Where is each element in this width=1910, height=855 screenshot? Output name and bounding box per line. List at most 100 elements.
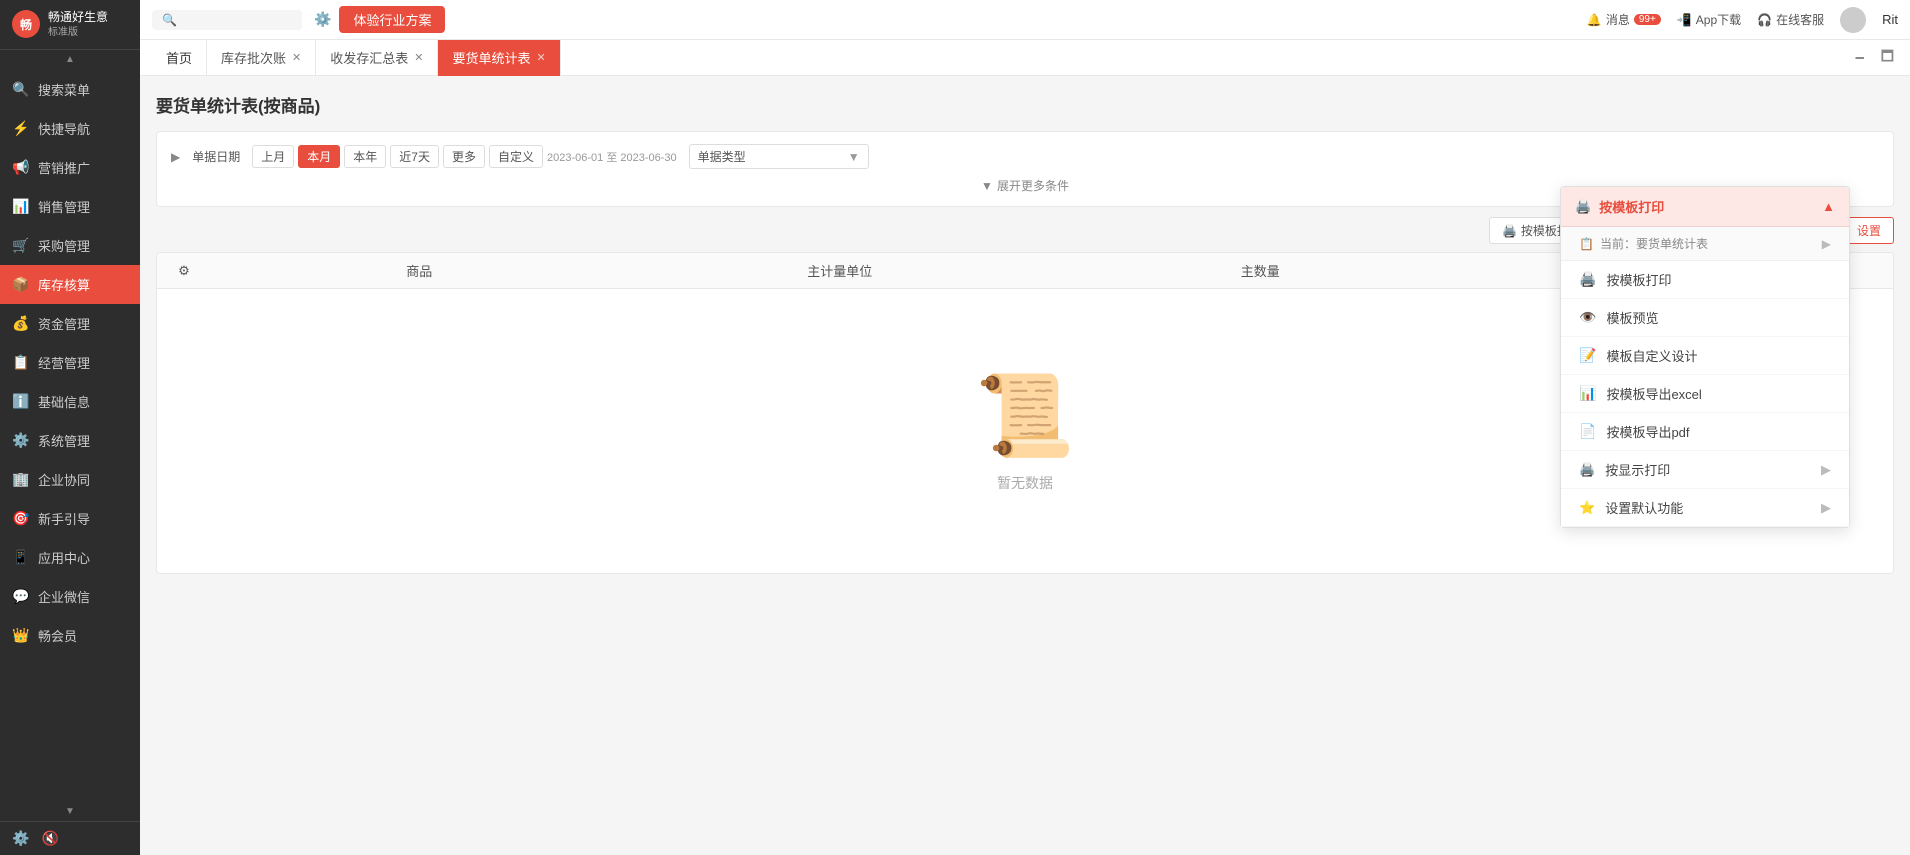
mute-icon[interactable]: 🔇 bbox=[41, 830, 58, 847]
lightning-icon: ⚡ bbox=[12, 119, 30, 137]
dropdown-item-template-excel[interactable]: 📊 按模板导出excel bbox=[1561, 375, 1849, 413]
logo-icon: 畅 bbox=[12, 10, 40, 38]
dropdown-header: 🖨️ 按模板打印 ▲ bbox=[1561, 187, 1849, 227]
sidebar-scroll-down[interactable]: ▼ bbox=[0, 801, 140, 821]
sidebar-item-finance[interactable]: 💰 资金管理 bbox=[0, 304, 140, 343]
date-btn-last-month[interactable]: 上月 bbox=[252, 145, 294, 168]
tab-close-receipt-summary[interactable]: ✕ bbox=[414, 51, 423, 64]
main-area: 🔍 ⚙️ 体验行业方案 🔔 消息 99+ 📲 App下载 🎧 在线客服 Rit … bbox=[140, 0, 1910, 855]
sidebar-item-purchase[interactable]: 🛒 采购管理 bbox=[0, 226, 140, 265]
table-col-product: 商品 bbox=[219, 261, 620, 280]
settings-icon[interactable]: ⚙️ bbox=[12, 830, 29, 847]
download-icon: 📲 bbox=[1677, 13, 1692, 27]
dropdown-close-icon[interactable]: ▲ bbox=[1822, 199, 1835, 214]
notifications-btn[interactable]: 🔔 消息 99+ bbox=[1587, 11, 1661, 28]
filter-expand-btn[interactable]: ▶ bbox=[171, 150, 180, 164]
excel-icon: 📊 bbox=[1579, 385, 1596, 402]
dropdown-item-template-preview[interactable]: 👁️ 模板预览 bbox=[1561, 299, 1849, 337]
table-col-unit: 主计量单位 bbox=[640, 261, 1041, 280]
info-icon: ℹ️ bbox=[12, 392, 30, 410]
empty-text: 暂无数据 bbox=[997, 473, 1053, 493]
sidebar-item-enterprise-wechat[interactable]: 💬 企业微信 bbox=[0, 577, 140, 616]
sidebar-item-guide[interactable]: 🎯 新手引导 bbox=[0, 499, 140, 538]
sidebar-scroll-up[interactable]: ▲ bbox=[0, 50, 140, 70]
current-icon: 📋 bbox=[1579, 237, 1594, 251]
printer-icon: 🖨️ bbox=[1502, 224, 1517, 238]
print-dropdown: 🖨️ 按模板打印 ▲ 📋 当前：要货单统计表 ▶ 🖨️ 按模板打印 👁️ 模板预… bbox=[1560, 186, 1850, 528]
chart-icon: 📊 bbox=[12, 197, 30, 215]
empty-icon: 📜 bbox=[975, 369, 1075, 463]
maximize-icon[interactable]: 🗖 bbox=[1877, 42, 1898, 74]
date-btn-this-month[interactable]: 本月 bbox=[298, 145, 340, 168]
sidebar-item-membership[interactable]: 👑 畅会员 bbox=[0, 616, 140, 655]
sidebar-item-inventory[interactable]: 📦 库存核算 bbox=[0, 265, 140, 304]
sidebar-item-enterprise[interactable]: 🏢 企业协同 bbox=[0, 460, 140, 499]
trial-btn[interactable]: 体验行业方案 bbox=[339, 6, 445, 33]
printer-header-icon: 🖨️ bbox=[1575, 199, 1591, 215]
display-print-arrow-icon: ▶ bbox=[1821, 462, 1831, 478]
tabbar: 首页 库存批次账 ✕ 收发存汇总表 ✕ 要货单统计表 ✕ 🗕 🗖 bbox=[140, 40, 1910, 76]
tab-close-batch-ledger[interactable]: ✕ bbox=[292, 51, 301, 64]
search-icon: 🔍 bbox=[162, 13, 177, 27]
dropdown-set-default[interactable]: ⭐ 设置默认功能 ▶ bbox=[1561, 489, 1849, 527]
settings-btn[interactable]: 设置 bbox=[1844, 217, 1894, 244]
template-preview-icon: 👁️ bbox=[1579, 309, 1596, 326]
topbar-search[interactable]: 🔍 bbox=[152, 10, 302, 30]
cart-icon: 🛒 bbox=[12, 236, 30, 254]
sidebar-item-basic-info[interactable]: ℹ️ 基础信息 bbox=[0, 382, 140, 421]
sidebar-bottom: ⚙️ 🔇 bbox=[0, 821, 140, 855]
dropdown-display-print[interactable]: 🖨️ 按显示打印 ▶ bbox=[1561, 451, 1849, 489]
app-logo: 畅 畅通好生意 标准版 bbox=[0, 0, 140, 50]
minimize-icon[interactable]: 🗕 bbox=[1851, 42, 1869, 74]
tab-batch-ledger[interactable]: 库存批次账 ✕ bbox=[207, 40, 316, 76]
sidebar-item-search[interactable]: 🔍 搜索菜单 bbox=[0, 70, 140, 109]
clipboard-icon: 📋 bbox=[12, 353, 30, 371]
dropdown-item-template-pdf[interactable]: 📄 按模板导出pdf bbox=[1561, 413, 1849, 451]
tabbar-actions: 🗕 🗖 bbox=[1851, 42, 1898, 74]
tab-close-order-stats[interactable]: ✕ bbox=[537, 51, 546, 64]
crown-icon: 👑 bbox=[12, 626, 30, 644]
megaphone-icon: 📢 bbox=[12, 158, 30, 176]
date-filter-label: 单据日期 bbox=[192, 148, 240, 165]
table-col-gear[interactable]: ⚙ bbox=[169, 263, 199, 279]
sidebar-item-operations[interactable]: 📋 经营管理 bbox=[0, 343, 140, 382]
set-default-arrow-icon: ▶ bbox=[1821, 500, 1831, 516]
date-btn-custom[interactable]: 自定义 bbox=[489, 145, 543, 168]
page-title: 要货单统计表(按商品) bbox=[156, 92, 1894, 117]
chat-icon: 💬 bbox=[12, 587, 30, 605]
mobile-icon: 📱 bbox=[12, 548, 30, 566]
online-service-btn[interactable]: 🎧 在线客服 bbox=[1757, 11, 1824, 28]
dropdown-item-template-print[interactable]: 🖨️ 按模板打印 bbox=[1561, 261, 1849, 299]
topbar-gear-icon[interactable]: ⚙️ bbox=[314, 11, 331, 28]
date-buttons: 上月 本月 本年 近7天 更多 自定义 2023-06-01 至 2023-06… bbox=[252, 145, 676, 168]
app-download-btn[interactable]: 📲 App下载 bbox=[1677, 11, 1741, 28]
user-avatar[interactable] bbox=[1840, 7, 1866, 33]
sidebar-item-app-center[interactable]: 📱 应用中心 bbox=[0, 538, 140, 577]
chevron-down-icon: ▼ bbox=[848, 150, 860, 164]
display-print-icon: 🖨️ bbox=[1579, 462, 1595, 478]
topbar: 🔍 ⚙️ 体验行业方案 🔔 消息 99+ 📲 App下载 🎧 在线客服 Rit bbox=[140, 0, 1910, 40]
tab-home[interactable]: 首页 bbox=[152, 40, 207, 76]
date-btn-last-7-days[interactable]: 近7天 bbox=[390, 145, 439, 168]
date-btn-more[interactable]: 更多 bbox=[443, 145, 485, 168]
gear-icon: ⚙️ bbox=[12, 431, 30, 449]
set-default-icon: ⭐ bbox=[1579, 500, 1595, 516]
topbar-right: 🔔 消息 99+ 📲 App下载 🎧 在线客服 Rit bbox=[1587, 7, 1898, 33]
expand-more-btn[interactable]: ▼ 展开更多条件 bbox=[981, 177, 1069, 194]
date-btn-this-year[interactable]: 本年 bbox=[344, 145, 386, 168]
current-arrow-icon: ▶ bbox=[1822, 237, 1831, 251]
target-icon: 🎯 bbox=[12, 509, 30, 527]
sidebar-item-marketing[interactable]: 📢 营销推广 bbox=[0, 148, 140, 187]
tab-order-stats[interactable]: 要货单统计表 ✕ bbox=[438, 40, 560, 76]
sidebar: 畅 畅通好生意 标准版 ▲ 🔍 搜索菜单 ⚡ 快捷导航 📢 营销推广 📊 销售管… bbox=[0, 0, 140, 855]
dropdown-item-template-custom[interactable]: 📝 模板自定义设计 bbox=[1561, 337, 1849, 375]
sidebar-item-system[interactable]: ⚙️ 系统管理 bbox=[0, 421, 140, 460]
template-custom-icon: 📝 bbox=[1579, 347, 1596, 364]
sidebar-item-sales[interactable]: 📊 销售管理 bbox=[0, 187, 140, 226]
doc-type-select[interactable]: 单据类型 ▼ bbox=[689, 144, 869, 169]
pdf-icon: 📄 bbox=[1579, 423, 1596, 440]
tab-receipt-summary[interactable]: 收发存汇总表 ✕ bbox=[316, 40, 438, 76]
building-icon: 🏢 bbox=[12, 470, 30, 488]
search-icon: 🔍 bbox=[12, 80, 30, 98]
sidebar-item-quick-nav[interactable]: ⚡ 快捷导航 bbox=[0, 109, 140, 148]
